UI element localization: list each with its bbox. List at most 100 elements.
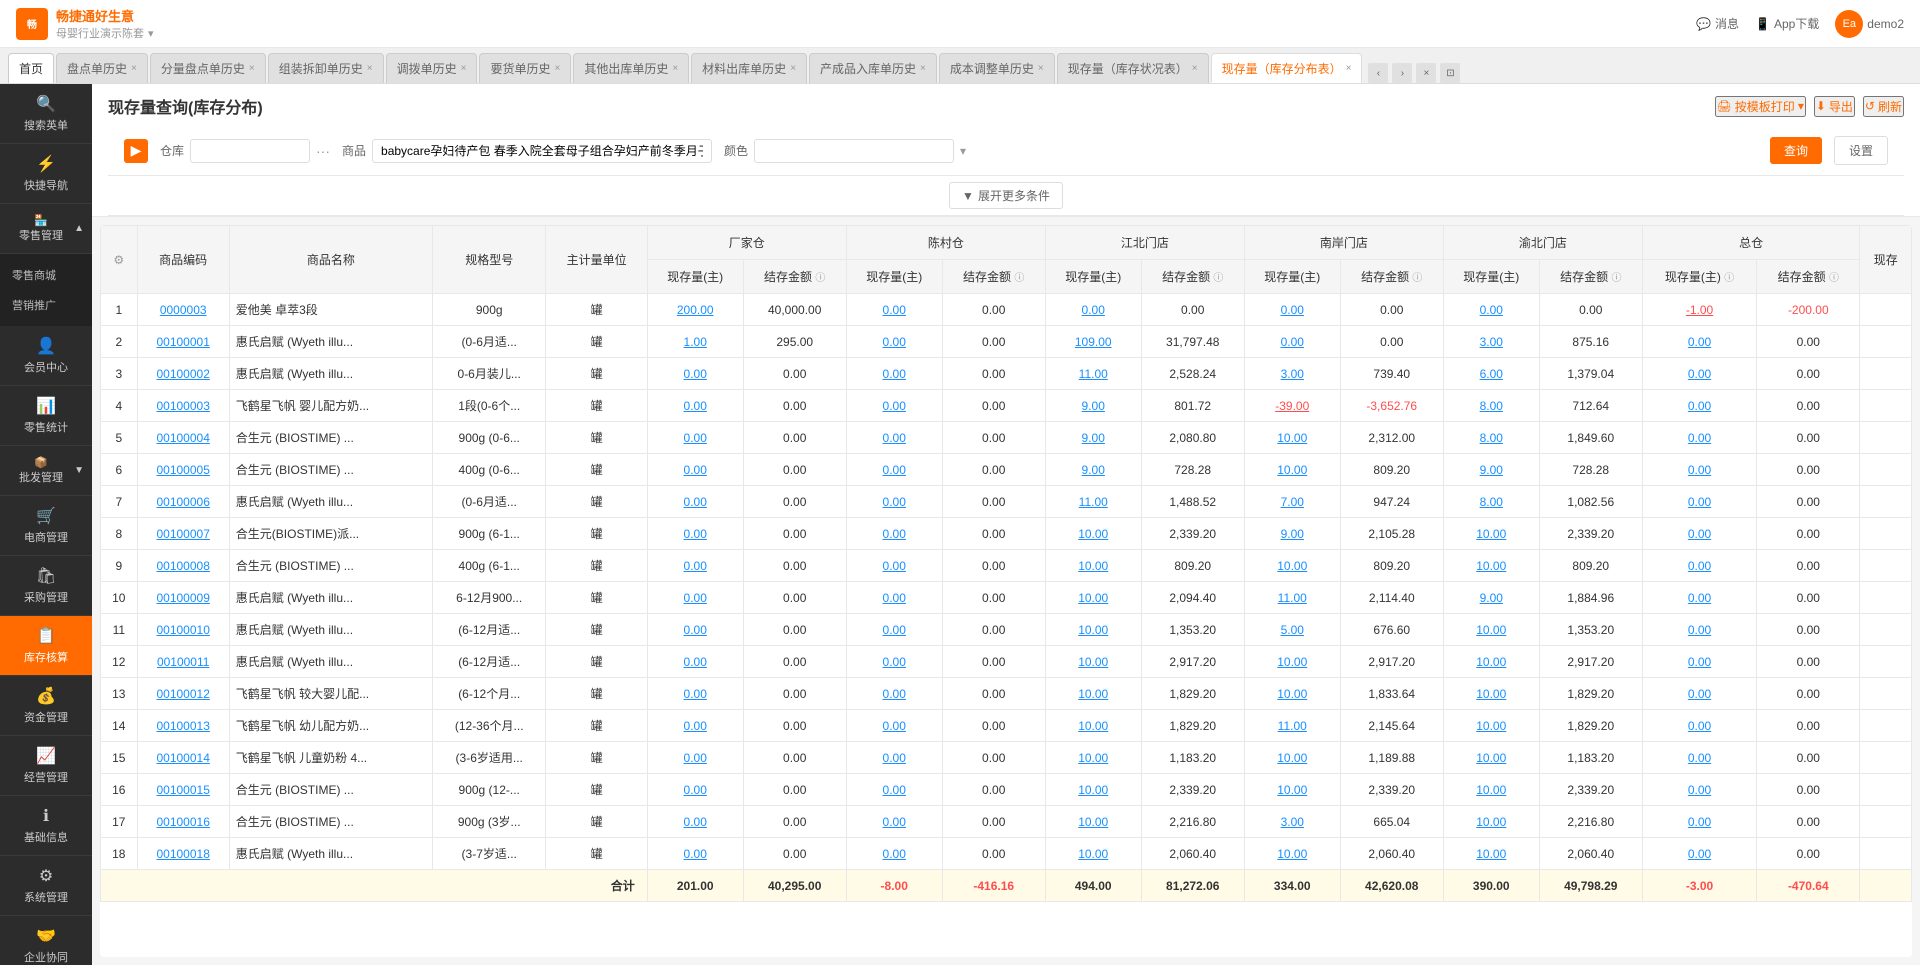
code-link[interactable]: 00100002 xyxy=(156,367,209,381)
stock-link[interactable]: 8.00 xyxy=(1480,399,1503,413)
stock-link[interactable]: 10.00 xyxy=(1277,559,1307,573)
stock-link[interactable]: 10.00 xyxy=(1078,623,1108,637)
sidebar-item-finance[interactable]: 💰 资金管理 xyxy=(0,676,92,736)
stock-link[interactable]: 10.00 xyxy=(1078,815,1108,829)
gear-icon[interactable]: ⚙ xyxy=(113,253,124,267)
stock-link[interactable]: 0.00 xyxy=(1480,303,1503,317)
sidebar-item-enterprise[interactable]: 🤝 企业协同 xyxy=(0,916,92,965)
code-link[interactable]: 00100005 xyxy=(156,463,209,477)
stock-link[interactable]: 10.00 xyxy=(1277,687,1307,701)
code-link[interactable]: 00100012 xyxy=(156,687,209,701)
tab-stock-dist[interactable]: 现存量（库存分布表） × xyxy=(1211,53,1363,83)
sidebar-item-member[interactable]: 👤 会员中心 xyxy=(0,326,92,386)
info-icon[interactable]: ⓘ xyxy=(1412,273,1422,284)
stock-link[interactable]: 0.00 xyxy=(883,527,906,541)
stock-link[interactable]: 10.00 xyxy=(1476,655,1506,669)
app-download-btn[interactable]: 📱 App下载 xyxy=(1755,15,1819,32)
stock-link[interactable]: 0.00 xyxy=(684,591,707,605)
stock-link[interactable]: 0.00 xyxy=(883,783,906,797)
stock-link[interactable]: 0.00 xyxy=(684,495,707,509)
stock-link[interactable]: 0.00 xyxy=(684,559,707,573)
code-link[interactable]: 00100006 xyxy=(156,495,209,509)
sidebar-item-retail-shop[interactable]: 零售商城 xyxy=(0,260,92,290)
code-link[interactable]: 00100010 xyxy=(156,623,209,637)
stock-link[interactable]: 9.00 xyxy=(1082,431,1105,445)
warehouse-input[interactable] xyxy=(190,139,310,163)
sidebar-item-quicknav[interactable]: ⚡ 快捷导航 xyxy=(0,144,92,204)
th-settings[interactable]: ⚙ xyxy=(101,226,138,294)
stock-link[interactable]: 10.00 xyxy=(1476,623,1506,637)
stock-link[interactable]: 0.00 xyxy=(883,655,906,669)
info-icon[interactable]: ⓘ xyxy=(1724,273,1734,284)
code-link[interactable]: 00100007 xyxy=(156,527,209,541)
stock-link[interactable]: 0.00 xyxy=(1688,367,1711,381)
code-link[interactable]: 00100004 xyxy=(156,431,209,445)
tab-inventory[interactable]: 盘点单历史 × xyxy=(56,53,148,83)
code-link[interactable]: 00100008 xyxy=(156,559,209,573)
query-btn[interactable]: 查询 xyxy=(1770,137,1822,164)
stock-link[interactable]: 0.00 xyxy=(1688,591,1711,605)
stock-link[interactable]: 0.00 xyxy=(1688,687,1711,701)
stock-link[interactable]: 0.00 xyxy=(1688,527,1711,541)
stock-link[interactable]: 10.00 xyxy=(1277,431,1307,445)
code-link[interactable]: 00100016 xyxy=(156,815,209,829)
stock-link[interactable]: 11.00 xyxy=(1278,591,1307,605)
stock-link[interactable]: 0.00 xyxy=(684,367,707,381)
stock-link[interactable]: 10.00 xyxy=(1078,655,1108,669)
stock-link[interactable]: 0.00 xyxy=(883,847,906,861)
stock-link[interactable]: 0.00 xyxy=(883,463,906,477)
close-icon[interactable]: × xyxy=(672,63,678,74)
close-icon[interactable]: × xyxy=(249,63,255,74)
sidebar-item-purchase[interactable]: 🛍 采购管理 xyxy=(0,556,92,616)
stock-link[interactable]: 109.00 xyxy=(1075,335,1112,349)
stock-link[interactable]: 0.00 xyxy=(1281,335,1304,349)
stock-link[interactable]: 0.00 xyxy=(1688,815,1711,829)
stock-link[interactable]: 10.00 xyxy=(1078,591,1108,605)
sidebar-item-marketing[interactable]: 营销推广 xyxy=(0,290,92,320)
info-icon[interactable]: ⓘ xyxy=(1014,273,1024,284)
stock-link[interactable]: 10.00 xyxy=(1476,751,1506,765)
stock-link[interactable]: 0.00 xyxy=(1082,303,1105,317)
stock-link[interactable]: -39.00 xyxy=(1275,399,1309,413)
stock-link[interactable]: 1.00 xyxy=(684,335,707,349)
tab-product-in[interactable]: 产成品入库单历史 × xyxy=(809,53,937,83)
stock-link[interactable]: 0.00 xyxy=(1688,623,1711,637)
stock-link[interactable]: 0.00 xyxy=(684,431,707,445)
stock-link[interactable]: 3.00 xyxy=(1281,367,1304,381)
refresh-btn[interactable]: ↺ 刷新 xyxy=(1863,96,1904,117)
stock-link[interactable]: 7.00 xyxy=(1281,495,1304,509)
stock-link[interactable]: 0.00 xyxy=(1688,783,1711,797)
stock-link[interactable]: 0.00 xyxy=(883,751,906,765)
stock-link[interactable]: 8.00 xyxy=(1480,431,1503,445)
stock-link[interactable]: 10.00 xyxy=(1078,527,1108,541)
stock-link[interactable]: 0.00 xyxy=(684,847,707,861)
tab-requisition[interactable]: 要货单历史 × xyxy=(479,53,571,83)
close-icon[interactable]: × xyxy=(1192,63,1198,74)
stock-link[interactable]: 0.00 xyxy=(684,783,707,797)
stock-link[interactable]: 9.00 xyxy=(1480,591,1503,605)
stock-link[interactable]: 10.00 xyxy=(1078,847,1108,861)
stock-link[interactable]: 10.00 xyxy=(1277,655,1307,669)
stock-link[interactable]: 0.00 xyxy=(684,655,707,669)
code-link[interactable]: 00100015 xyxy=(156,783,209,797)
stock-link[interactable]: 0.00 xyxy=(1688,751,1711,765)
warehouse-dots[interactable]: ··· xyxy=(316,143,330,159)
tab-material-out[interactable]: 材料出库单历史 × xyxy=(691,53,807,83)
code-link[interactable]: 00100009 xyxy=(156,591,209,605)
stock-link[interactable]: 0.00 xyxy=(1688,847,1711,861)
code-link[interactable]: 00100003 xyxy=(156,399,209,413)
code-link[interactable]: 00100018 xyxy=(156,847,209,861)
code-link[interactable]: 00100011 xyxy=(157,655,210,669)
stock-link[interactable]: 9.00 xyxy=(1082,399,1105,413)
stock-link[interactable]: 10.00 xyxy=(1476,815,1506,829)
stock-link[interactable]: 9.00 xyxy=(1480,463,1503,477)
color-dropdown-icon[interactable]: ▾ xyxy=(960,144,966,158)
info-icon[interactable]: ⓘ xyxy=(1611,273,1621,284)
sidebar-item-search[interactable]: 🔍 搜索英单 xyxy=(0,84,92,144)
color-input[interactable] xyxy=(754,139,954,163)
sidebar-item-operations[interactable]: 📈 经营管理 xyxy=(0,736,92,796)
stock-link[interactable]: 0.00 xyxy=(1688,559,1711,573)
close-icon[interactable]: × xyxy=(920,63,926,74)
stock-link[interactable]: 3.00 xyxy=(1480,335,1503,349)
close-icon[interactable]: × xyxy=(461,63,467,74)
